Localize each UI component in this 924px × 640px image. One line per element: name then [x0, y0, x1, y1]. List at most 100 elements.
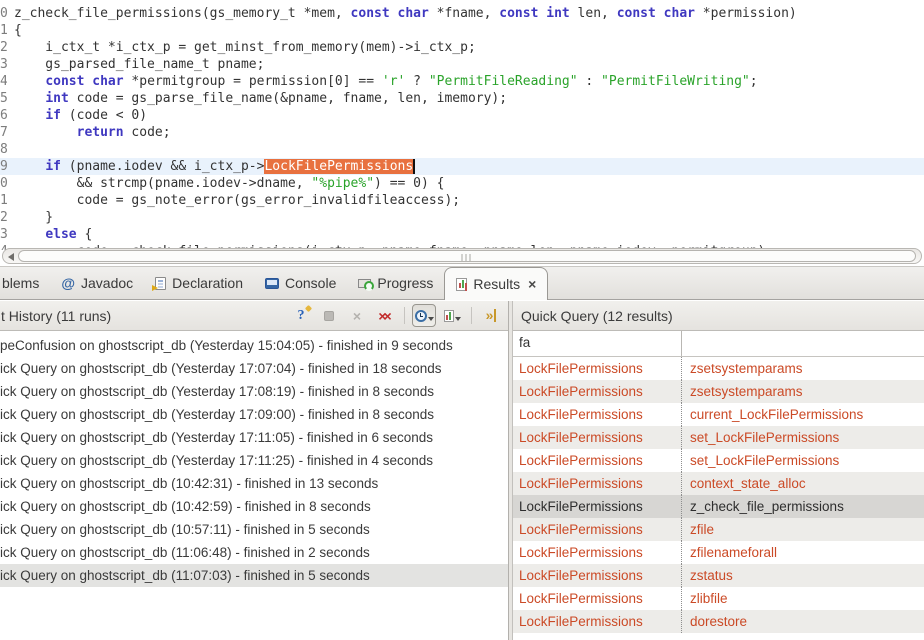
tab-close-icon[interactable]: ×: [528, 276, 536, 292]
result-cell-field: LockFilePermissions: [513, 495, 682, 518]
history-item[interactable]: ick Query on ghostscript_db (Yesterday 1…: [0, 357, 508, 380]
tab-problems[interactable]: blems: [0, 267, 50, 299]
tab-javadoc[interactable]: @ Javadoc: [50, 267, 144, 299]
result-cell-function: zlibfile: [690, 591, 728, 606]
code-segment: :: [577, 74, 602, 89]
dropdown-arrow-icon: [454, 316, 461, 321]
history-item[interactable]: ick Query on ghostscript_db (Yesterday 1…: [0, 426, 508, 449]
history-item[interactable]: ick Query on ghostscript_db (10:57:11) -…: [0, 518, 508, 541]
code-line[interactable]: 4 const char *permitgroup = permission[0…: [0, 73, 924, 90]
keyword: return: [76, 125, 124, 140]
code-line[interactable]: 3 gs_parsed_file_name_t pname;: [0, 56, 924, 73]
result-row[interactable]: LockFilePermissions current_LockFilePermi…: [513, 403, 924, 426]
result-row[interactable]: LockFilePermissions zfile: [513, 518, 924, 541]
filter-input-col2[interactable]: [682, 331, 924, 356]
code-segment: ) == 0) {: [374, 176, 445, 191]
code-line[interactable]: 1{: [0, 22, 924, 39]
result-cell-field: LockFilePermissions: [513, 518, 682, 541]
result-row[interactable]: LockFilePermissions dorestore: [513, 610, 924, 633]
result-cell-function: zfilenameforall: [690, 545, 778, 560]
history-list: peConfusion on ghostscript_db (Yesterday…: [0, 331, 508, 640]
show-results-button[interactable]: [440, 304, 464, 327]
code-segment: {: [14, 23, 22, 38]
tab-progress[interactable]: Progress: [347, 267, 444, 299]
result-row[interactable]: LockFilePermissions zsetsystemparams: [513, 357, 924, 380]
code-line[interactable]: 6 if (code < 0): [0, 107, 924, 124]
result-row[interactable]: LockFilePermissions zfilenameforall: [513, 541, 924, 564]
result-cell-function: zstatus: [690, 568, 733, 583]
result-cell-function: z_check_file_permissions: [690, 499, 844, 514]
code-segment: code = gs_note_error(gs_error_invalidfil…: [14, 193, 461, 208]
code-line[interactable]: 0 z_check_file_permissions(gs_memory_t *m…: [0, 5, 924, 22]
result-row[interactable]: LockFilePermissions set_LockFilePermissio…: [513, 426, 924, 449]
code-text: if (pname.iodev && i_ctx_p->LockFilePerm…: [14, 159, 416, 174]
result-cell-field: LockFilePermissions: [513, 380, 682, 403]
result-row[interactable]: LockFilePermissions zlibfile: [513, 587, 924, 610]
result-cell-function: dorestore: [690, 614, 748, 629]
bottom-panels: t History (11 runs) ? × ×× » peConfusion on…: [0, 301, 924, 640]
code-line[interactable]: 9 if (pname.iodev && i_ctx_p->LockFilePe…: [0, 158, 924, 175]
code-line[interactable]: 7 return code;: [0, 124, 924, 141]
line-number: 0: [0, 176, 7, 191]
line-number: 4: [0, 74, 7, 89]
tab-label: Console: [285, 275, 337, 291]
link-with-results-button[interactable]: »: [479, 304, 503, 327]
code-segment: code = gs_parse_file_name(&pname, fname,…: [68, 91, 508, 106]
result-cell-field: LockFilePermissions: [513, 472, 682, 495]
history-item[interactable]: ick Query on ghostscript_db (10:42:59) -…: [0, 495, 508, 518]
scroll-left-arrow-icon[interactable]: [8, 253, 14, 261]
tab-results[interactable]: Results ×: [444, 267, 549, 300]
string-literal: "PermitFileWriting": [601, 74, 750, 89]
result-row[interactable]: LockFilePermissions zsetsystemparams: [513, 380, 924, 403]
history-item[interactable]: ick Query on ghostscript_db (Yesterday 1…: [0, 449, 508, 472]
scrollbar-grip-icon: [461, 254, 473, 261]
code-line[interactable]: 8: [0, 141, 924, 158]
history-item[interactable]: ick Query on ghostscript_db (Yesterday 1…: [0, 403, 508, 426]
results-filter-row: fa: [513, 331, 924, 357]
code-segment: *permission): [694, 6, 797, 21]
keyword: int: [45, 91, 69, 106]
result-row[interactable]: LockFilePermissions set_LockFilePermissio…: [513, 449, 924, 472]
filter-input-col1[interactable]: fa: [513, 331, 682, 356]
stop-button: [317, 304, 341, 327]
history-item[interactable]: ick Query on ghostscript_db (11:07:03) -…: [0, 564, 508, 587]
code-editor[interactable]: 0 z_check_file_permissions(gs_memory_t *m…: [0, 0, 924, 266]
result-cell-field: LockFilePermissions: [513, 541, 682, 564]
code-segment: code;: [123, 125, 171, 140]
string-literal: "PermitFileReading": [428, 74, 578, 89]
scrollbar-thumb[interactable]: [18, 250, 916, 262]
history-item[interactable]: peConfusion on ghostscript_db (Yesterday…: [0, 334, 508, 357]
show-history-by-time-button[interactable]: [412, 304, 436, 327]
remove-all-runs-button[interactable]: ××: [373, 304, 397, 327]
code-line[interactable]: 2 i_ctx_t *i_ctx_p = get_minst_from_memo…: [0, 39, 924, 56]
code-line[interactable]: 3 else {: [0, 226, 924, 243]
new-query-button[interactable]: ?: [289, 304, 313, 327]
results-table: LockFilePermissions zsetsystemparams LockF…: [513, 357, 924, 640]
result-row[interactable]: LockFilePermissions z_check_file_permissi…: [513, 495, 924, 518]
result-row[interactable]: LockFilePermissions context_state_alloc: [513, 472, 924, 495]
result-cell-function: set_LockFilePermissions: [690, 430, 840, 445]
code-line[interactable]: 2 }: [0, 209, 924, 226]
keyword: if: [45, 108, 61, 123]
result-cell-function: zsetsystemparams: [690, 361, 803, 376]
result-cell-field: LockFilePermissions: [513, 426, 682, 449]
history-item[interactable]: ick Query on ghostscript_db (11:06:48) -…: [0, 541, 508, 564]
code-line[interactable]: 5 int code = gs_parse_file_name(&pname, …: [0, 90, 924, 107]
clock-down-icon: [414, 309, 434, 322]
history-panel-title: t History (11 runs): [1, 307, 112, 324]
tab-declaration[interactable]: Declaration: [144, 267, 254, 299]
history-item[interactable]: ick Query on ghostscript_db (Yesterday 1…: [0, 380, 508, 403]
code-line[interactable]: 0 && strcmp(pname.iodev->dname, "%pipe%"…: [0, 175, 924, 192]
history-item[interactable]: ick Query on ghostscript_db (10:42:31) -…: [0, 472, 508, 495]
editor-horizontal-scrollbar[interactable]: [2, 248, 922, 264]
code-line[interactable]: 1 code = gs_note_error(gs_error_invalidf…: [0, 192, 924, 209]
result-row[interactable]: LockFilePermissions zstatus: [513, 564, 924, 587]
result-cell-field: LockFilePermissions: [513, 587, 682, 610]
tab-console[interactable]: Console: [254, 267, 347, 299]
code-segment: z_check_file_permissions(gs_memory_t *me…: [14, 6, 351, 21]
remove-run-button: ×: [345, 304, 369, 327]
